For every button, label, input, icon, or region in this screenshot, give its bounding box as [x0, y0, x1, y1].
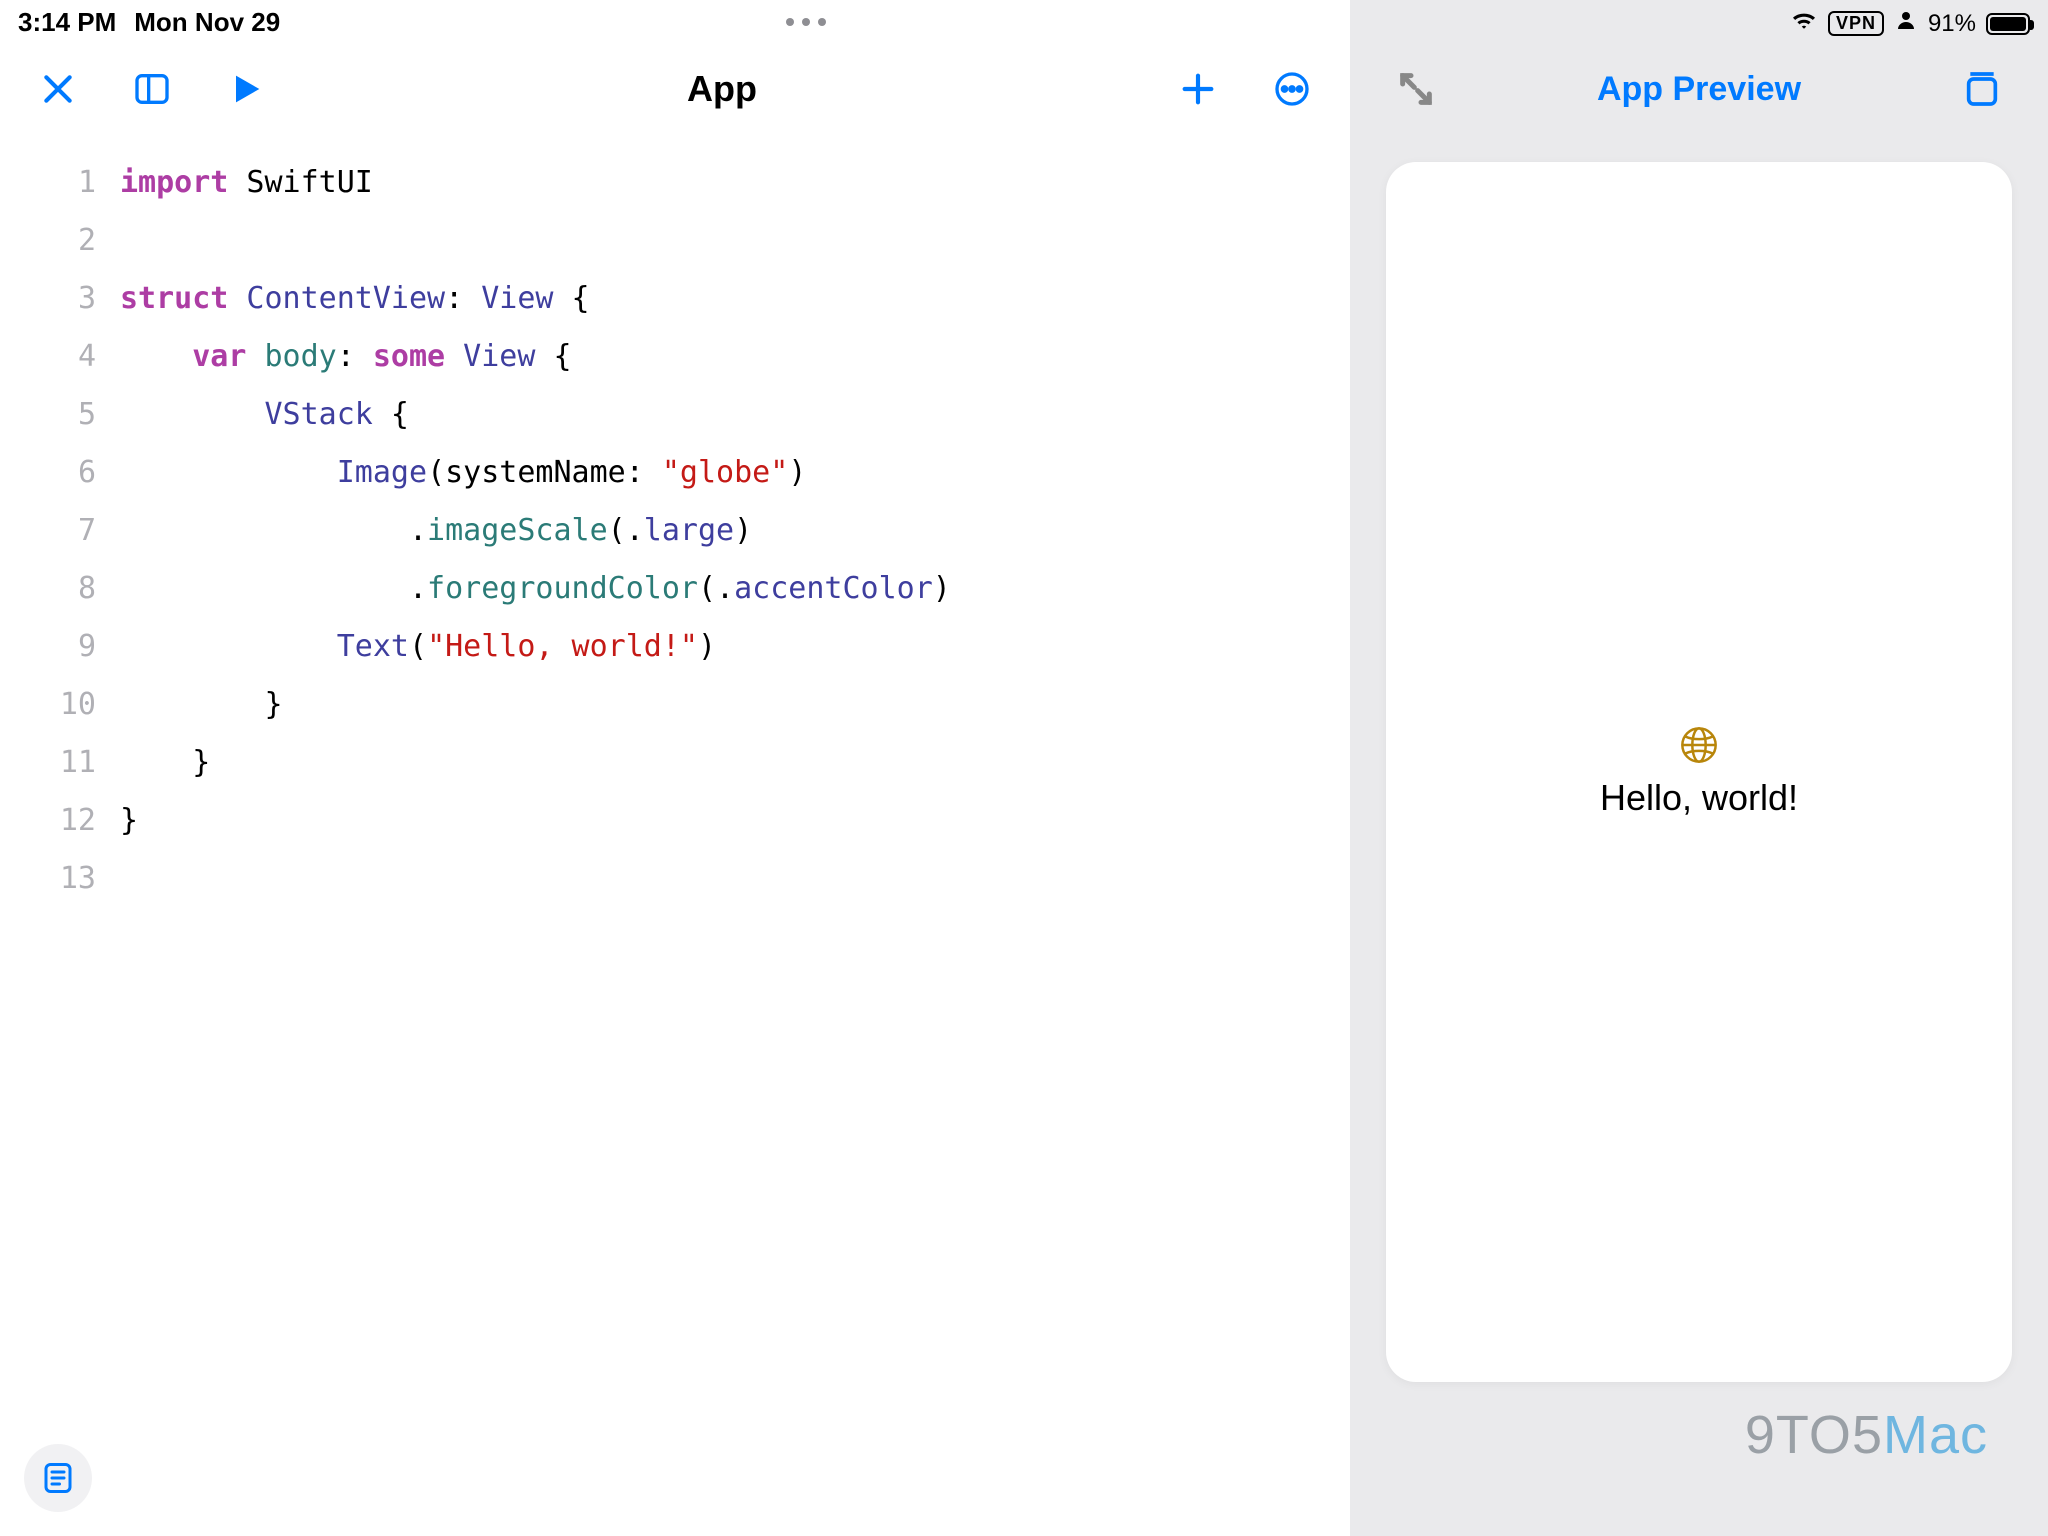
more-button[interactable] [1270, 67, 1314, 111]
multitask-dots[interactable] [280, 18, 1332, 26]
status-bar: 3:14 PM Mon Nov 29 [0, 0, 1350, 44]
line-gutter: 123 456 789 101112 13 [0, 154, 120, 1536]
app-preview-canvas[interactable]: Hello, world! [1386, 162, 2012, 1382]
document-title: App [268, 68, 1176, 110]
sidebar-toggle-button[interactable] [130, 67, 174, 111]
close-button[interactable] [36, 67, 80, 111]
status-time: 3:14 PM [18, 7, 116, 38]
status-right: VPN 91% [1790, 8, 2030, 39]
documentation-button[interactable] [24, 1444, 92, 1512]
expand-preview-button[interactable] [1394, 67, 1438, 111]
user-icon [1894, 8, 1918, 39]
code-body[interactable]: import SwiftUI struct ContentView: View … [120, 154, 1350, 1536]
globe-icon [1679, 725, 1719, 765]
add-button[interactable] [1176, 67, 1220, 111]
editor-toolbar: App [0, 44, 1350, 134]
preview-text: Hello, world! [1600, 777, 1798, 819]
watermark: 9TO5Mac [1745, 1404, 1988, 1466]
vpn-badge: VPN [1828, 11, 1884, 36]
code-editor[interactable]: 123 456 789 101112 13 import SwiftUI str… [0, 134, 1350, 1536]
battery-icon [1986, 13, 2030, 35]
wifi-icon [1790, 9, 1818, 38]
run-button[interactable] [224, 67, 268, 111]
battery-percentage: 91% [1928, 10, 1976, 38]
preview-title: App Preview [1597, 70, 1801, 109]
preview-layout-button[interactable] [1960, 67, 2004, 111]
status-date: Mon Nov 29 [134, 7, 280, 38]
